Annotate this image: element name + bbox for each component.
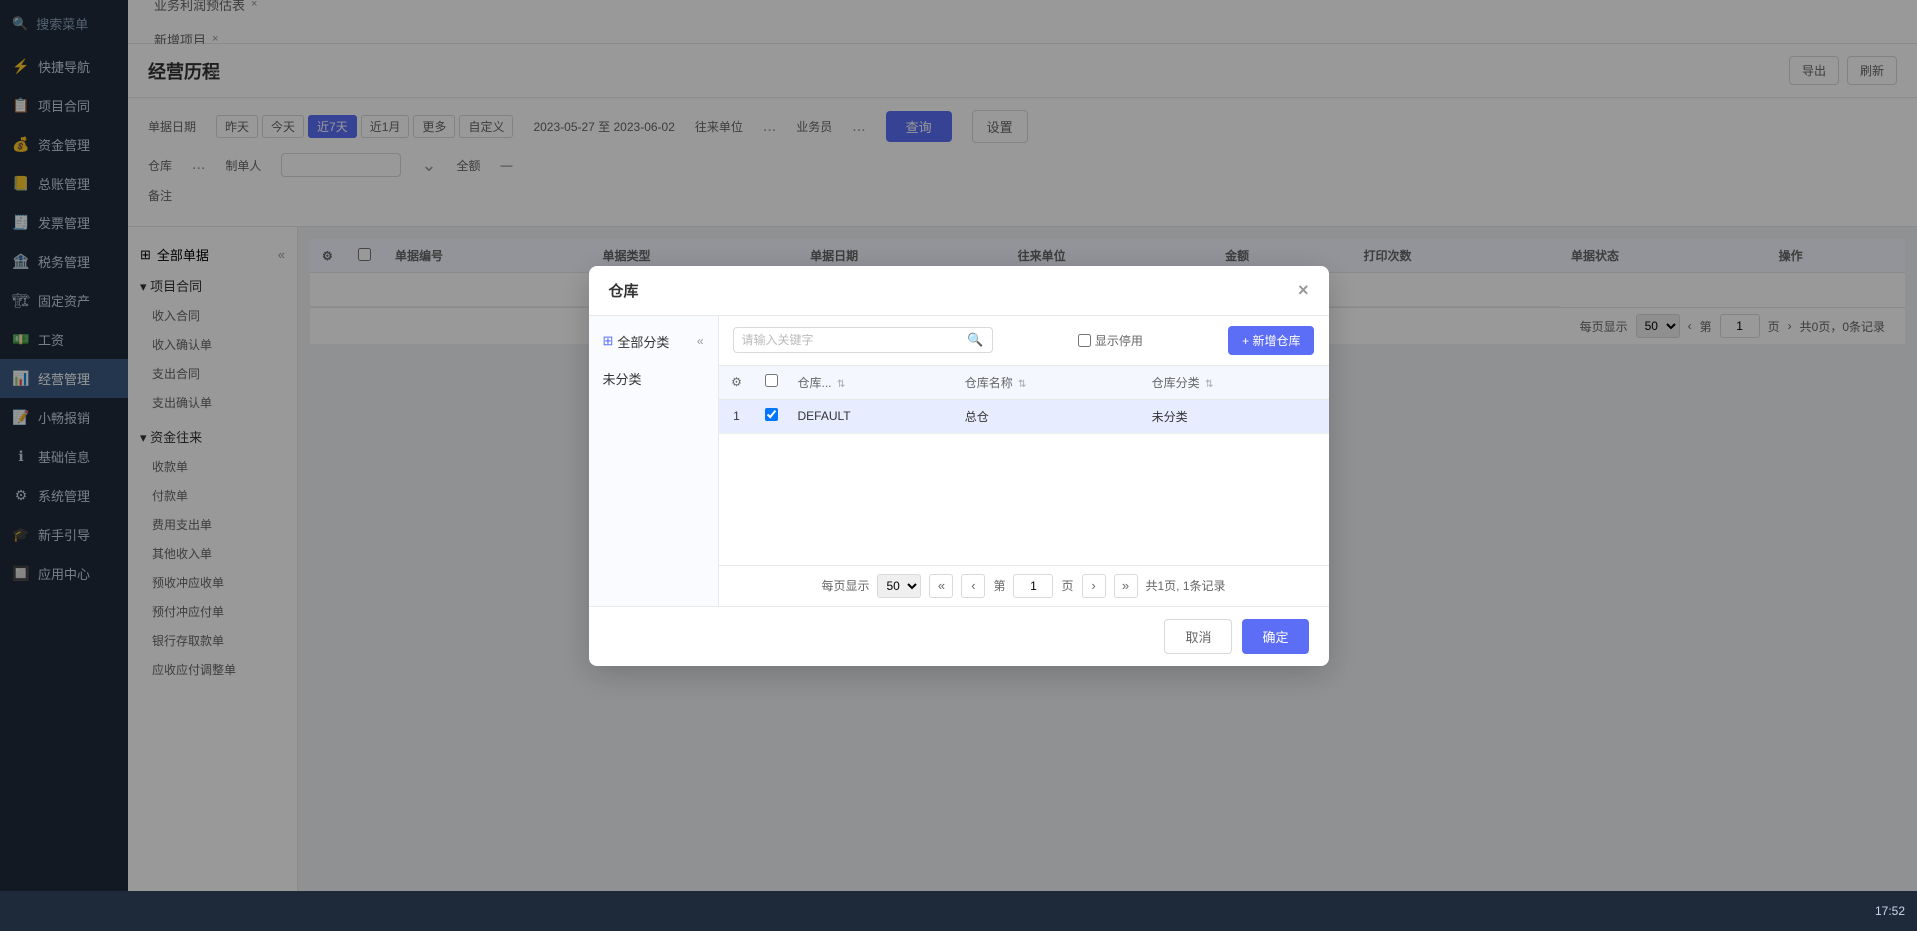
modal-first-page[interactable]: «	[929, 574, 953, 598]
hashtag-icon: ⊞	[603, 333, 614, 349]
col-checkbox	[755, 366, 788, 400]
modal-next-page[interactable]: ›	[1082, 574, 1106, 598]
row-category: 未分类	[1142, 399, 1329, 433]
modal-main: 🔍 显示停用 + 新增仓库 ⚙	[719, 316, 1329, 606]
modal-page-suffix: 页	[1061, 577, 1073, 594]
taskbar: 17:52	[0, 891, 1917, 931]
col-settings[interactable]: ⚙	[719, 366, 755, 400]
confirm-button[interactable]: 确定	[1242, 619, 1308, 654]
modal-page-label: 第	[993, 577, 1005, 594]
col-name[interactable]: 仓库名称 ⇅	[955, 366, 1142, 400]
modal-table-header: ⚙ 仓库... ⇅ 仓库名称 ⇅	[719, 366, 1329, 400]
modal-unclassified-label: 未分类	[603, 369, 642, 388]
modal-all-category[interactable]: ⊞ 全部分类	[603, 332, 670, 351]
modal-prev-page[interactable]: ‹	[961, 574, 985, 598]
modal-unclassified-item[interactable]: 未分类	[589, 361, 718, 396]
modal-pagination: 每页显示 50 « ‹ 第 页 › » 共1页, 1条记录	[719, 565, 1329, 606]
modal-sidebar: ⊞ 全部分类 « 未分类	[589, 316, 719, 606]
row-cb[interactable]	[765, 408, 778, 421]
show-disabled-label: 显示停用	[1095, 332, 1143, 349]
modal-actions: 取消 确定	[589, 606, 1329, 666]
modal-close-button[interactable]: ×	[1298, 280, 1309, 301]
modal-last-page[interactable]: »	[1114, 574, 1138, 598]
cancel-button[interactable]: 取消	[1164, 619, 1232, 654]
modal-per-page-select[interactable]: 50	[877, 574, 921, 598]
col-category[interactable]: 仓库分类 ⇅	[1142, 366, 1329, 400]
col-code[interactable]: 仓库... ⇅	[788, 366, 955, 400]
modal-title: 仓库	[609, 280, 639, 301]
modal-total: 共1页, 1条记录	[1146, 577, 1226, 594]
modal-toolbar: 🔍 显示停用 + 新增仓库	[719, 316, 1329, 366]
select-all-checkbox[interactable]	[765, 374, 778, 387]
show-disabled-input[interactable]	[1078, 334, 1091, 347]
taskbar-time: 17:52	[1875, 904, 1905, 918]
warehouse-modal: 仓库 × ⊞ 全部分类 « 未分类	[589, 266, 1329, 666]
row-checkbox[interactable]	[755, 399, 788, 433]
add-warehouse-button[interactable]: + 新增仓库	[1228, 326, 1314, 355]
modal-page-input[interactable]	[1013, 574, 1053, 598]
modal-table-row[interactable]: 1 DEFAULT 总仓 未分类	[719, 399, 1329, 433]
modal-search-input[interactable]	[742, 333, 962, 347]
row-index: 1	[719, 399, 755, 433]
modal-all-category-label: 全部分类	[617, 332, 669, 351]
modal-search-box[interactable]: 🔍	[733, 327, 993, 353]
show-disabled-checkbox[interactable]: 显示停用	[1078, 332, 1143, 349]
row-name: 总仓	[955, 399, 1142, 433]
modal-table-wrap: ⚙ 仓库... ⇅ 仓库名称 ⇅	[719, 366, 1329, 565]
modal-table: ⚙ 仓库... ⇅ 仓库名称 ⇅	[719, 366, 1329, 434]
row-code: DEFAULT	[788, 399, 955, 433]
modal-table-body: 1 DEFAULT 总仓 未分类	[719, 399, 1329, 433]
modal-per-page-label: 每页显示	[821, 577, 869, 594]
modal-sidebar-scroll	[589, 396, 718, 596]
modal-sidebar-collapse[interactable]: «	[697, 334, 704, 348]
modal-overlay: 仓库 × ⊞ 全部分类 « 未分类	[0, 0, 1917, 931]
modal-header: 仓库 ×	[589, 266, 1329, 316]
modal-body: ⊞ 全部分类 « 未分类 🔍	[589, 316, 1329, 606]
modal-search-icon: 🔍	[967, 332, 983, 348]
